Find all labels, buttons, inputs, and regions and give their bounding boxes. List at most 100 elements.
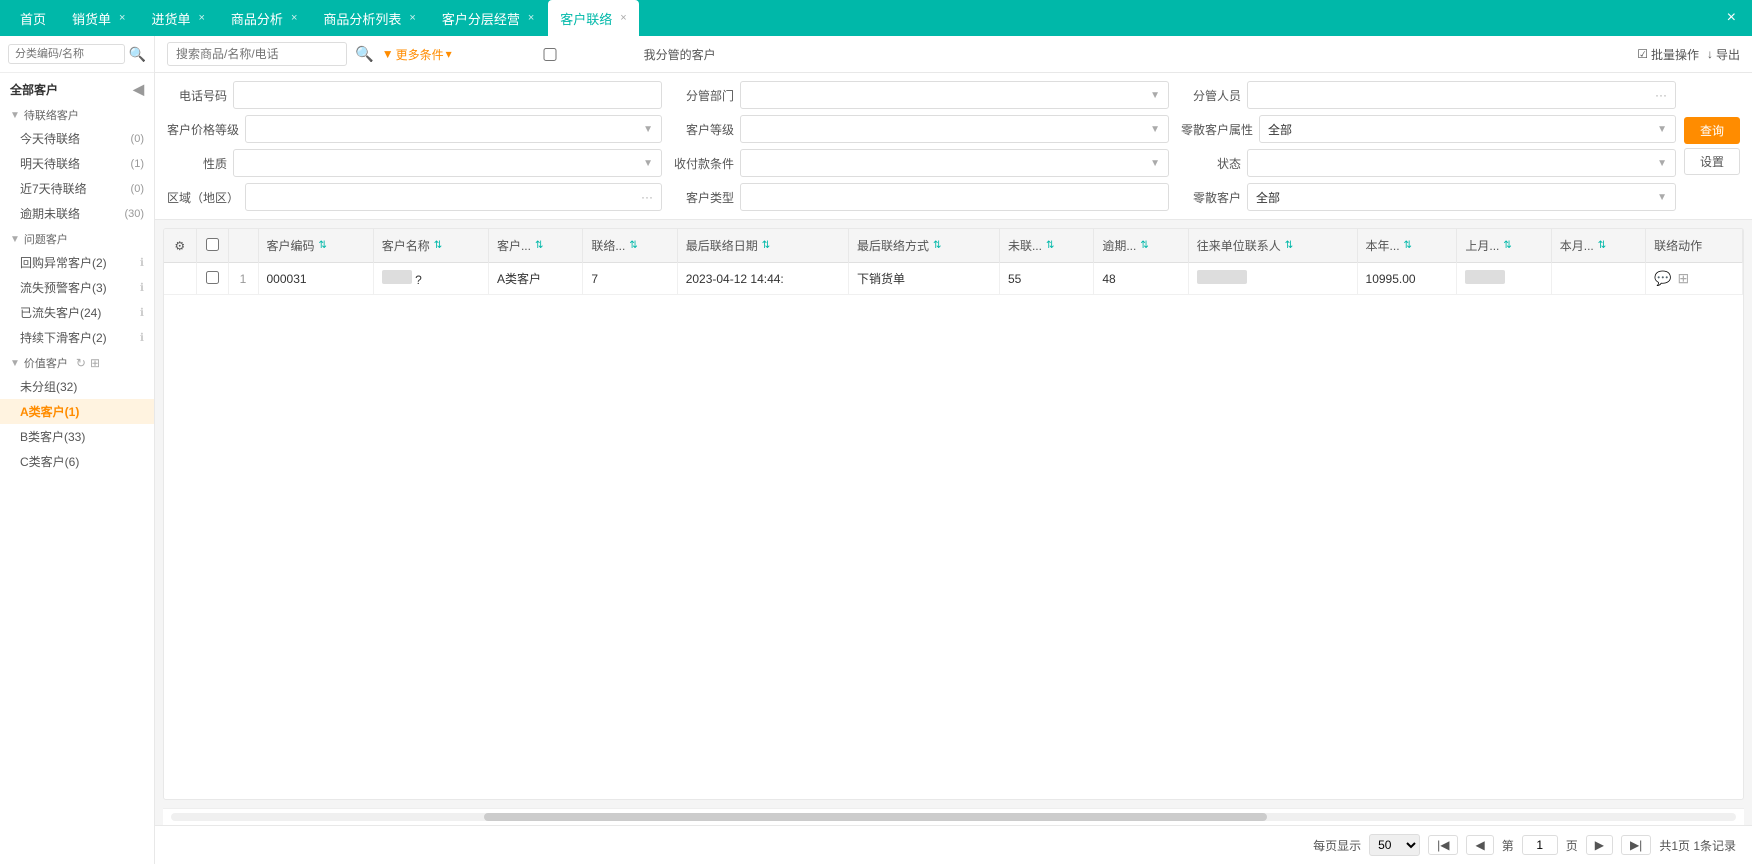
- scroll-thumb[interactable]: [484, 813, 1267, 821]
- nature-select[interactable]: ▼: [233, 149, 662, 177]
- status-arrow-icon: ▼: [1657, 158, 1667, 169]
- search-input[interactable]: [167, 42, 347, 66]
- page-input[interactable]: [1522, 835, 1558, 855]
- sidebar-item-7days-pending[interactable]: 近7天待联络 (0): [0, 176, 154, 201]
- nav-product-analysis[interactable]: 商品分析 ×: [219, 0, 309, 36]
- action-grid-icon[interactable]: ⊞: [1678, 270, 1690, 287]
- th-this-month[interactable]: 本月... ⇅: [1551, 229, 1645, 263]
- td-no-contact: 55: [999, 263, 1093, 295]
- batch-op-btn[interactable]: ☑ 批量操作: [1637, 46, 1699, 63]
- nav-customer-contact-close[interactable]: ×: [620, 12, 626, 24]
- th-last-way[interactable]: 最后联络方式 ⇅: [849, 229, 1000, 263]
- sidebar-item-churn-warning[interactable]: 流失预警客户(3) ℹ: [0, 275, 154, 300]
- scatter-customer-select[interactable]: 全部 ▼: [1247, 183, 1676, 211]
- page-last-btn[interactable]: ▶|: [1621, 835, 1651, 855]
- nav-customer-layer-close[interactable]: ×: [528, 12, 534, 24]
- sidebar-item-repurchase-abnormal[interactable]: 回购异常客户(2) ℹ: [0, 250, 154, 275]
- filter-price-grade: 客户价格等级 ▼: [167, 115, 662, 143]
- th-type[interactable]: 客户... ⇅: [488, 229, 582, 263]
- churn-warning-info-icon: ℹ: [140, 281, 144, 294]
- export-btn[interactable]: ↓ 导出: [1707, 46, 1740, 63]
- nav-sales-close[interactable]: ×: [119, 12, 125, 24]
- customer-type-input[interactable]: [740, 183, 1169, 211]
- sidebar-all-customers-header: 全部客户 ◀: [0, 73, 154, 102]
- type-sort-icon: ⇅: [535, 240, 543, 251]
- sidebar-item-class-c[interactable]: C类客户(6): [0, 449, 154, 474]
- customer-grade-select[interactable]: ▼: [740, 115, 1169, 143]
- th-this-year[interactable]: 本年... ⇅: [1357, 229, 1457, 263]
- last-way-sort-icon: ⇅: [933, 240, 941, 251]
- page-label: 第: [1502, 837, 1514, 854]
- row-checkbox[interactable]: [206, 271, 219, 284]
- nav-customer-layer[interactable]: 客户分层经营 ×: [430, 0, 546, 36]
- filter-region: 区域（地区） ···: [167, 183, 662, 211]
- repurchase-info-icon: ℹ: [140, 256, 144, 269]
- nav-close-all-btn[interactable]: ×: [1719, 9, 1744, 27]
- sidebar-item-unclassified[interactable]: 未分组(32): [0, 374, 154, 399]
- nav-purchase-close[interactable]: ×: [198, 12, 204, 24]
- scatter-attr-arrow-icon: ▼: [1657, 124, 1667, 135]
- th-no-contact[interactable]: 未联... ⇅: [999, 229, 1093, 263]
- td-unit-contact: [1188, 263, 1357, 295]
- query-button[interactable]: 查询: [1684, 117, 1740, 144]
- nav-product-list[interactable]: 商品分析列表 ×: [311, 0, 427, 36]
- action-chat-icon[interactable]: 💬: [1654, 270, 1671, 287]
- scroll-track[interactable]: [171, 813, 1736, 821]
- nav-home[interactable]: 首页: [8, 0, 58, 36]
- sidebar-item-today-pending[interactable]: 今天待联络 (0): [0, 126, 154, 151]
- sidebar-item-tomorrow-pending[interactable]: 明天待联络 (1): [0, 151, 154, 176]
- search-button[interactable]: 🔍: [355, 45, 374, 63]
- sidebar-item-class-a[interactable]: A类客户(1): [0, 399, 154, 424]
- phone-input[interactable]: [233, 81, 662, 109]
- value-group-settings-icon[interactable]: ⊞: [90, 356, 100, 370]
- th-name[interactable]: 客户名称 ⇅: [373, 229, 488, 263]
- th-last-month[interactable]: 上月... ⇅: [1457, 229, 1551, 263]
- filter-person: 分管人员 ···: [1181, 81, 1676, 109]
- page-prev-btn[interactable]: ◀: [1466, 835, 1493, 855]
- th-unit-contact[interactable]: 往来单位联系人 ⇅: [1188, 229, 1357, 263]
- sidebar-search-input[interactable]: [8, 44, 125, 64]
- adv-filter-row-4: 区域（地区） ··· 客户类型 零散客户: [167, 183, 1676, 211]
- setting-button[interactable]: 设置: [1684, 148, 1740, 175]
- select-all-checkbox[interactable]: [206, 238, 219, 251]
- region-input[interactable]: ···: [245, 183, 662, 211]
- sidebar-problem-group: ▼ 问题客户: [0, 226, 154, 250]
- more-filters-btn[interactable]: ▼ 更多条件 ▾: [382, 46, 452, 63]
- sidebar-item-declining[interactable]: 持续下滑客户(2) ℹ: [0, 325, 154, 350]
- payment-select[interactable]: ▼: [740, 149, 1169, 177]
- sidebar-item-overdue[interactable]: 逾期未联络 (30): [0, 201, 154, 226]
- price-grade-select[interactable]: ▼: [245, 115, 662, 143]
- nav-product-list-close[interactable]: ×: [409, 12, 415, 24]
- my-customers-checkbox[interactable]: [460, 48, 640, 61]
- dept-select[interactable]: ▼: [740, 81, 1169, 109]
- filter-customer-type: 客户类型: [674, 183, 1169, 211]
- nav-customer-contact[interactable]: 客户联络 ×: [548, 0, 638, 36]
- customer-grade-arrow-icon: ▼: [1150, 124, 1160, 135]
- th-overdue[interactable]: 逾期... ⇅: [1094, 229, 1188, 263]
- th-code[interactable]: 客户编码 ⇅: [258, 229, 373, 263]
- person-select[interactable]: ···: [1247, 81, 1676, 109]
- last-way-link[interactable]: 下销货单: [857, 272, 905, 286]
- value-group-refresh-icon[interactable]: ↻: [76, 356, 86, 370]
- th-gear[interactable]: ⚙: [164, 229, 196, 263]
- adv-filter-row-3: 性质 ▼ 收付款条件 ▼: [167, 149, 1676, 177]
- per-page-select[interactable]: 50 100 200: [1369, 834, 1420, 856]
- sidebar-search-icon[interactable]: 🔍: [129, 46, 146, 63]
- problem-arrow-icon: ▼: [10, 234, 20, 245]
- nav-purchase[interactable]: 进货单 ×: [139, 0, 216, 36]
- status-select[interactable]: ▼: [1247, 149, 1676, 177]
- th-last-date[interactable]: 最后联络日期 ⇅: [677, 229, 848, 263]
- sidebar-item-class-b[interactable]: B类客户(33): [0, 424, 154, 449]
- th-contact[interactable]: 联络... ⇅: [583, 229, 677, 263]
- td-last-way: 下销货单: [849, 263, 1000, 295]
- sidebar-collapse-icon[interactable]: ◀: [133, 81, 144, 98]
- page-next-btn[interactable]: ▶: [1586, 835, 1613, 855]
- nav-product-analysis-close[interactable]: ×: [291, 12, 297, 24]
- scatter-attr-select[interactable]: 全部 ▼: [1259, 115, 1676, 143]
- declining-info-icon: ℹ: [140, 331, 144, 344]
- filter-scatter-customer: 零散客户 全部 ▼: [1181, 183, 1676, 211]
- sidebar-item-churned[interactable]: 已流失客户(24) ℹ: [0, 300, 154, 325]
- td-code: 000031: [258, 263, 373, 295]
- nav-sales[interactable]: 销货单 ×: [60, 0, 137, 36]
- page-first-btn[interactable]: |◀: [1428, 835, 1458, 855]
